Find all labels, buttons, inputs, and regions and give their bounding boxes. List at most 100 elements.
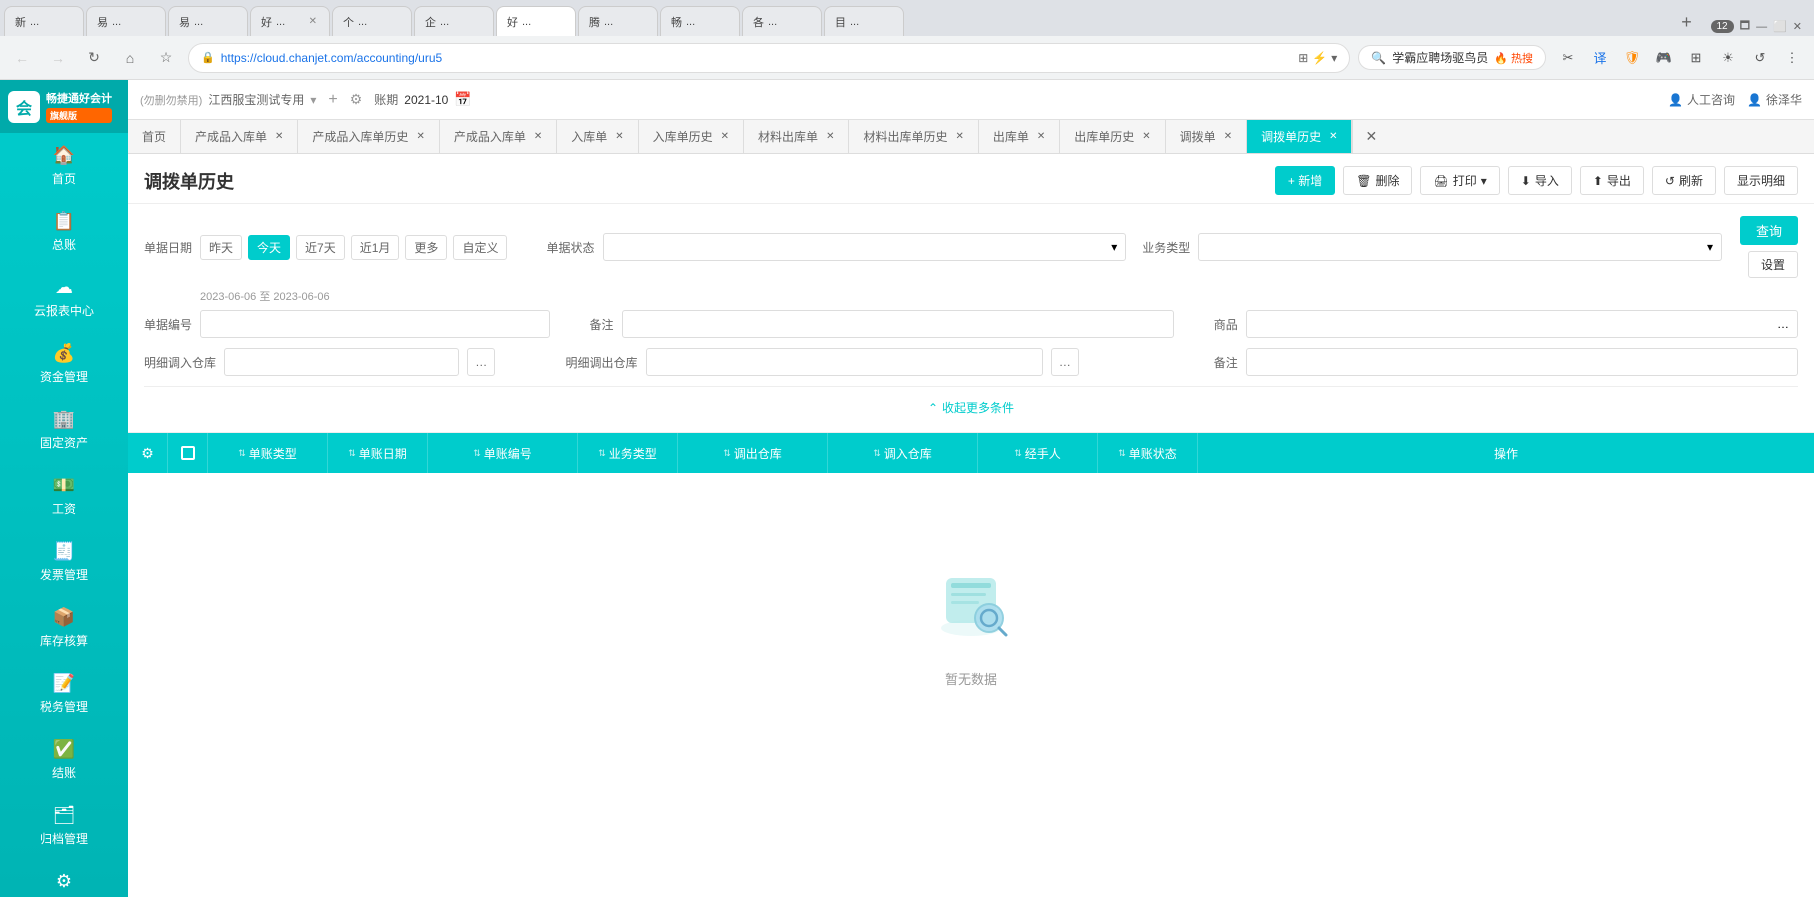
note-input[interactable] — [622, 310, 1174, 338]
browser-tab-4[interactable]: 好...✕ — [250, 6, 330, 36]
page-tab-stock-in[interactable]: 入库单✕ — [557, 120, 638, 153]
page-tab-transfer-history[interactable]: 调拨单历史✕ — [1247, 120, 1352, 153]
back-button[interactable]: ← — [8, 44, 36, 72]
add-company-btn[interactable]: + — [328, 91, 337, 109]
menu-icon[interactable]: ⋮ — [1778, 44, 1806, 72]
th-number[interactable]: ⇅ 单账编号 — [428, 433, 578, 473]
sidebar-item-inventory[interactable]: 📦 库存核算 — [0, 595, 128, 661]
page-tab-close-material-out-history[interactable]: ✕ — [955, 131, 963, 142]
date-btn-custom[interactable]: 自定义 — [453, 235, 507, 260]
th-date[interactable]: ⇅ 单账日期 — [328, 433, 428, 473]
sidebar-item-capital[interactable]: 💰 资金管理 — [0, 331, 128, 397]
page-tab-close-stock-in-history[interactable]: ✕ — [721, 131, 729, 142]
period-selector[interactable]: 账期 2021-10 📅 — [374, 91, 472, 108]
page-tab-out[interactable]: 出库单✕ — [979, 120, 1060, 153]
maximize-icon[interactable]: ⬜ — [1773, 20, 1787, 33]
sidebar-item-ledger[interactable]: 📋 总账 — [0, 199, 128, 265]
th-biztype[interactable]: ⇅ 业务类型 — [578, 433, 678, 473]
status-dropdown[interactable]: ▾ — [603, 233, 1127, 261]
page-tab-close-material-out[interactable]: ✕ — [826, 131, 834, 142]
company-selector[interactable]: (勿删勿禁用) 江西服宝测试专用 ▾ — [140, 91, 316, 108]
sidebar-item-closing[interactable]: ✅ 结账 — [0, 727, 128, 793]
user-button[interactable]: 👤 徐泽华 — [1747, 91, 1802, 108]
shield-icon[interactable]: 🛡 — [1618, 44, 1646, 72]
th-status[interactable]: ⇅ 单账状态 — [1098, 433, 1198, 473]
new-button[interactable]: + 新增 — [1275, 166, 1335, 195]
browser-tab-9[interactable]: 畅... — [660, 6, 740, 36]
bookmark-button[interactable]: ☆ — [152, 44, 180, 72]
th-in-warehouse[interactable]: ⇅ 调入仓库 — [828, 433, 978, 473]
delete-button[interactable]: 🗑 删除 — [1343, 166, 1412, 195]
address-bar[interactable]: 🔒 https://cloud.chanjet.com/accounting/u… — [188, 43, 1350, 73]
page-tab-out-history[interactable]: 出库单历史✕ — [1060, 120, 1165, 153]
th-handler[interactable]: ⇅ 经手人 — [978, 433, 1098, 473]
date-btn-7days[interactable]: 近7天 — [296, 235, 345, 260]
page-tab-close-transfer[interactable]: ✕ — [1224, 131, 1232, 142]
browser-tab-5[interactable]: 个... — [332, 6, 412, 36]
grid-icon[interactable]: ⊞ — [1682, 44, 1710, 72]
dropdown-icon[interactable]: ▾ — [1331, 51, 1337, 65]
out-warehouse-ellipsis-btn[interactable]: … — [1051, 348, 1079, 376]
refresh-button[interactable]: ↻ — [80, 44, 108, 72]
page-tab-material-out-history[interactable]: 材料出库单历史✕ — [849, 120, 978, 153]
browser-tab-10[interactable]: 各... — [742, 6, 822, 36]
page-tab-product-in-history[interactable]: 产成品入库单历史✕ — [298, 120, 439, 153]
select-all-checkbox[interactable] — [181, 446, 195, 460]
service-button[interactable]: 👤 人工咨询 — [1668, 91, 1735, 108]
in-warehouse-ellipsis-btn[interactable]: … — [467, 348, 495, 376]
number-input[interactable] — [200, 310, 549, 338]
page-tab-home[interactable]: 首页 — [128, 120, 181, 153]
import-button[interactable]: ⬇ 导入 — [1508, 166, 1572, 195]
sidebar-item-assets[interactable]: 🏢 固定资产 — [0, 397, 128, 463]
close-window-icon[interactable]: ✕ — [1793, 20, 1802, 33]
refresh-page-button[interactable]: ↺ 刷新 — [1652, 166, 1716, 195]
page-tab-close-product-in-history[interactable]: ✕ — [416, 131, 424, 142]
browser-tab-11[interactable]: 目... — [824, 6, 904, 36]
minimize-icon[interactable]: — — [1756, 21, 1767, 33]
page-tab-stock-in-history[interactable]: 入库单历史✕ — [639, 120, 744, 153]
page-tab-product-in-2[interactable]: 产成品入库单✕ — [440, 120, 557, 153]
page-tab-close-product-in[interactable]: ✕ — [275, 131, 283, 142]
page-tab-transfer[interactable]: 调拨单✕ — [1166, 120, 1247, 153]
forward-button[interactable]: → — [44, 44, 72, 72]
in-warehouse-input[interactable] — [224, 348, 459, 376]
th-type[interactable]: ⇅ 单账类型 — [208, 433, 328, 473]
game-icon[interactable]: 🎮 — [1650, 44, 1678, 72]
new-tab-button[interactable]: + — [1673, 8, 1701, 36]
th-checkbox[interactable] — [168, 433, 208, 473]
sidebar-item-basic[interactable]: ⚙ 基础设置 — [0, 859, 128, 897]
th-settings[interactable]: ⚙ — [128, 433, 168, 473]
page-tab-material-out[interactable]: 材料出库单✕ — [744, 120, 849, 153]
display-detail-button[interactable]: 显示明细 — [1724, 166, 1798, 195]
page-tab-close-out-history[interactable]: ✕ — [1142, 131, 1150, 142]
scissors-icon[interactable]: ✂ — [1554, 44, 1582, 72]
browser-tab-6[interactable]: 企... — [414, 6, 494, 36]
page-tab-close-product-in-2[interactable]: ✕ — [534, 131, 542, 142]
sidebar-item-archive[interactable]: 🗂 归档管理 — [0, 793, 128, 859]
tabs-close-all-button[interactable]: ✕ — [1352, 120, 1389, 153]
export-button[interactable]: ⬆ 导出 — [1580, 166, 1644, 195]
home-button[interactable]: ⌂ — [116, 44, 144, 72]
browser-tab-2[interactable]: 易... — [86, 6, 166, 36]
sidebar-item-invoice[interactable]: 🧾 发票管理 — [0, 529, 128, 595]
company-dropdown-icon[interactable]: ▾ — [310, 93, 316, 107]
browser-tab-7[interactable]: 好... — [496, 6, 576, 36]
goods-dropdown[interactable]: … — [1246, 310, 1798, 338]
print-button[interactable]: 🖨 打印 ▾ — [1420, 166, 1499, 195]
setting-button[interactable]: 设置 — [1748, 251, 1798, 278]
out-warehouse-input[interactable] — [646, 348, 1043, 376]
sidebar-item-tax[interactable]: 📝 税务管理 — [0, 661, 128, 727]
query-button[interactable]: 查询 — [1740, 216, 1798, 245]
date-btn-today[interactable]: 今天 — [248, 235, 290, 260]
th-out-warehouse[interactable]: ⇅ 调出仓库 — [678, 433, 828, 473]
date-btn-more[interactable]: 更多 — [405, 235, 447, 260]
browser-search[interactable]: 🔍 学霸应聘场驱鸟员 🔥 热搜 — [1358, 45, 1546, 70]
page-tab-close-stock-in[interactable]: ✕ — [615, 131, 623, 142]
browser-tab-8[interactable]: 腾... — [578, 6, 658, 36]
sidebar-item-reports[interactable]: ☁ 云报表中心 — [0, 265, 128, 331]
page-tab-product-in[interactable]: 产成品入库单✕ — [181, 120, 298, 153]
settings-gear-icon[interactable]: ⚙ — [350, 91, 363, 108]
biztype-dropdown[interactable]: ▾ — [1198, 233, 1722, 261]
collapse-button[interactable]: ⌃ 收起更多条件 — [920, 395, 1022, 420]
history-back-icon[interactable]: ↺ — [1746, 44, 1774, 72]
